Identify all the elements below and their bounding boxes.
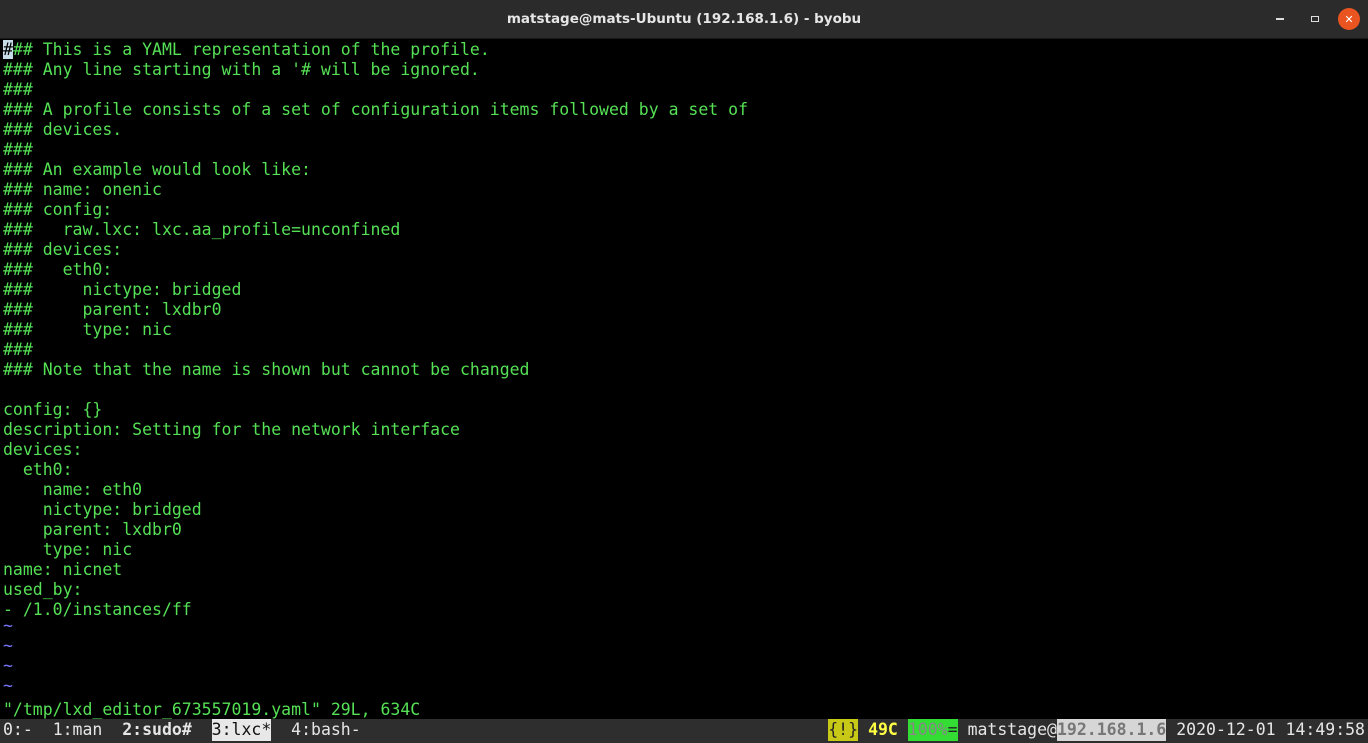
user-label: matstage@: [967, 720, 1057, 739]
close-icon: ✕: [1344, 12, 1354, 26]
editor-line: ### Note that the name is shown but cann…: [3, 360, 530, 379]
editor-line: ###: [3, 80, 33, 99]
empty-line-marker: ~: [3, 616, 13, 635]
terminal-area[interactable]: ### This is a YAML representation of the…: [0, 39, 1368, 719]
window-tab[interactable]: 2:sudo#: [122, 719, 192, 741]
terminal-window: matstage@mats-Ubuntu (192.168.1.6) - byo…: [0, 0, 1368, 743]
window-tab[interactable]: 3:lxc*: [211, 719, 272, 741]
alert-indicator: {!}: [828, 719, 859, 741]
maximize-button[interactable]: [1304, 8, 1326, 30]
editor-line: ### This is a YAML representation of the…: [3, 40, 490, 60]
editor-line: ### type: nic: [3, 320, 172, 339]
editor-line: ### eth0:: [3, 260, 113, 279]
command-message: "/tmp/lxd_editor_673557019.yaml" 29L, 63…: [3, 700, 421, 719]
editor-line: ### name: onenic: [3, 180, 162, 199]
editor-line: parent: lxdbr0: [3, 520, 182, 539]
title-bar[interactable]: matstage@mats-Ubuntu (192.168.1.6) - byo…: [0, 0, 1368, 39]
empty-line-marker: ~: [3, 656, 13, 675]
text-cursor: #: [3, 40, 13, 59]
window-tab[interactable]: 4:bash-: [291, 719, 361, 741]
editor-line: description: Setting for the network int…: [3, 420, 460, 439]
editor-line: ### devices.: [3, 120, 123, 139]
editor-line: ### nictype: bridged: [3, 280, 242, 299]
editor-line: ###: [3, 140, 33, 159]
window-title: matstage@mats-Ubuntu (192.168.1.6) - byo…: [506, 11, 862, 27]
battery-status-glyph: =: [947, 719, 958, 741]
editor-line: ### A profile consists of a set of confi…: [3, 100, 749, 119]
empty-line-marker: ~: [3, 636, 13, 655]
editor-line: ### devices:: [3, 240, 123, 259]
status-indicators: {!} 49C 100% = matstage@ 192.168.1.6 2020-…: [828, 719, 1365, 741]
editor-line: ### Any line starting with a '# will be …: [3, 60, 480, 79]
editor-line-text: ## This is a YAML representation of the …: [12, 40, 490, 59]
battery-indicator: 100%: [907, 719, 948, 741]
byobu-status-bar: 0:- 1:man 2:sudo# 3:lxc* 4:bash- {!} 49C…: [0, 719, 1368, 743]
window-tab[interactable]: 1:man: [53, 719, 103, 741]
maximize-icon: [1311, 16, 1319, 22]
minimize-icon: [1276, 18, 1284, 20]
editor-line: ### An example would look like:: [3, 160, 311, 179]
editor-line: nictype: bridged: [3, 500, 202, 519]
editor-line: - /1.0/instances/ff: [3, 600, 192, 619]
editor-line: used_by:: [3, 580, 83, 599]
editor-line: ### parent: lxdbr0: [3, 300, 222, 319]
close-button[interactable]: ✕: [1338, 8, 1360, 30]
window-tab[interactable]: 0:-: [3, 719, 33, 741]
editor-line: config: {}: [3, 400, 103, 419]
empty-line-marker: ~: [3, 676, 13, 695]
editor-line: ### config:: [3, 200, 113, 219]
editor-line: devices:: [3, 440, 83, 459]
editor-line: ###: [3, 340, 33, 359]
editor-line: name: eth0: [3, 480, 143, 499]
datetime: 2020-12-01 14:49:58: [1176, 720, 1365, 739]
editor-line: name: nicnet: [3, 560, 123, 579]
temperature-indicator: 49C: [868, 720, 898, 739]
window-list: 0:- 1:man 2:sudo# 3:lxc* 4:bash-: [3, 719, 361, 741]
minimize-button[interactable]: [1269, 8, 1291, 30]
editor-line: eth0:: [3, 460, 73, 479]
ip-address: 192.168.1.6: [1056, 719, 1167, 741]
editor-line: type: nic: [3, 540, 133, 559]
editor-line: ### raw.lxc: lxc.aa_profile=unconfined: [3, 220, 401, 239]
